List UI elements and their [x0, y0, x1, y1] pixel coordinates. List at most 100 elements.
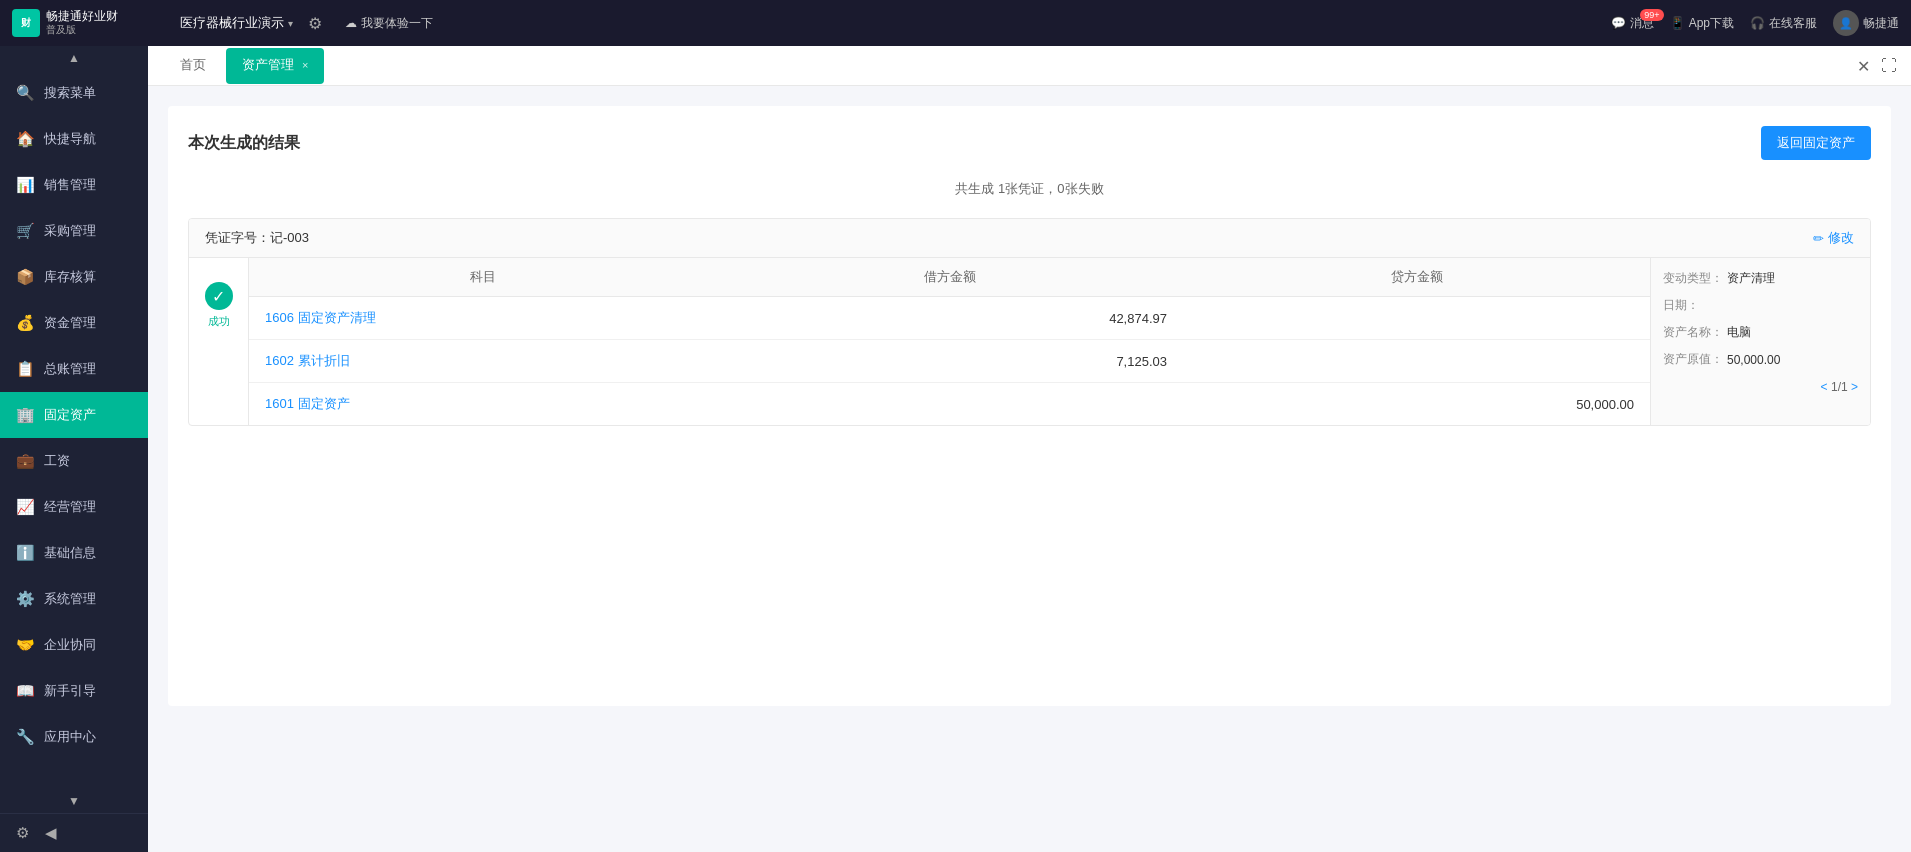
logo-name: 畅捷通好业财	[46, 9, 118, 23]
sidebar-scroll-up[interactable]: ▲	[0, 46, 148, 70]
side-info-asset-value: 资产原值： 50,000.00	[1663, 351, 1858, 368]
ledger-icon: 📋	[16, 360, 34, 378]
sidebar-item-beginner-guide[interactable]: 📖 新手引导	[0, 668, 148, 714]
header-debit: 借方金额	[716, 258, 1183, 296]
logo-text-block: 畅捷通好业财 普及版	[46, 9, 118, 37]
page-indicator: 1/1	[1831, 380, 1851, 394]
asset-value-value: 50,000.00	[1727, 353, 1780, 367]
business-icon: 📈	[16, 498, 34, 516]
table-row: 1606 固定资产清理 42,874.97	[249, 297, 1650, 340]
asset-name-value: 电脑	[1727, 324, 1751, 341]
tab-bar: 首页 资产管理 ×	[148, 46, 1911, 86]
result-header: 本次生成的结果 返回固定资产	[188, 126, 1871, 160]
sidebar-collapse-icon[interactable]: ◀	[45, 824, 57, 842]
user-menu[interactable]: 👤 畅捷通	[1833, 10, 1899, 36]
cell-debit-3	[716, 392, 1183, 416]
home-icon: 🏠	[16, 130, 34, 148]
sidebar-scroll-down[interactable]: ▼	[0, 789, 148, 813]
sidebar-item-sales-mgmt[interactable]: 📊 销售管理	[0, 162, 148, 208]
table-row: 1602 累计折旧 7,125.03	[249, 340, 1650, 383]
settings-icon[interactable]: ⚙	[301, 9, 329, 37]
company-selector[interactable]: 医疗器械行业演示 ▾	[180, 14, 293, 32]
search-icon: 🔍	[16, 84, 34, 102]
window-controls: ✕ ⛶	[1841, 46, 1911, 86]
table-main: 科目 借方金额 贷方金额 1606 固定资产清理 42,874.97 1602 …	[249, 258, 1650, 425]
tab-home[interactable]: 首页	[164, 48, 222, 84]
cell-subject-3: 1601 固定资产	[249, 383, 716, 425]
message-icon: 💬	[1611, 16, 1626, 30]
sidebar-item-quick-nav[interactable]: 🏠 快捷导航	[0, 116, 148, 162]
sidebar-item-enterprise-collab[interactable]: 🤝 企业协同	[0, 622, 148, 668]
sidebar-item-salary[interactable]: 💼 工资	[0, 438, 148, 484]
cell-credit-1	[1183, 306, 1650, 330]
edit-button[interactable]: ✏ 修改	[1813, 229, 1854, 247]
sidebar-item-app-center[interactable]: 🔧 应用中心	[0, 714, 148, 760]
sidebar-settings-icon[interactable]: ⚙	[16, 824, 29, 842]
chevron-down-icon: ▾	[288, 18, 293, 29]
return-button[interactable]: 返回固定资产	[1761, 126, 1871, 160]
message-badge: 99+	[1640, 9, 1663, 21]
top-center: 医疗器械行业演示 ▾ ⚙ ☁ 我要体验一下	[160, 9, 1611, 37]
next-page[interactable]: >	[1851, 380, 1858, 394]
salary-icon: 💼	[16, 452, 34, 470]
cell-debit-2: 7,125.03	[716, 342, 1183, 381]
prev-page[interactable]: <	[1821, 380, 1828, 394]
phone-icon: 📱	[1670, 16, 1685, 30]
avatar: 👤	[1833, 10, 1859, 36]
fixed-assets-icon: 🏢	[16, 406, 34, 424]
sidebar-label: 企业协同	[44, 636, 96, 654]
sidebar-label: 系统管理	[44, 590, 96, 608]
asset-value-label: 资产原值：	[1663, 351, 1723, 368]
success-icon: ✓	[205, 282, 233, 310]
side-info-asset-name: 资产名称： 电脑	[1663, 324, 1858, 341]
tab-close-icon[interactable]: ×	[302, 59, 308, 71]
cloud-icon: ☁	[345, 16, 357, 30]
sidebar-item-fund-mgmt[interactable]: 💰 资金管理	[0, 300, 148, 346]
sidebar-label: 应用中心	[44, 728, 96, 746]
sidebar-item-fixed-assets[interactable]: 🏢 固定资产	[0, 392, 148, 438]
sidebar-item-general-ledger[interactable]: 📋 总账管理	[0, 346, 148, 392]
sidebar-scroll-area: 🔍 搜索菜单 🏠 快捷导航 📊 销售管理 🛒 采购管理 📦 库存核算 💰	[0, 70, 148, 789]
experience-button[interactable]: ☁ 我要体验一下	[337, 11, 441, 36]
sidebar-label: 搜索菜单	[44, 84, 96, 102]
voucher-table: ✓ 成功 科目 借方金额 贷方金额 1	[189, 258, 1870, 425]
sidebar-label: 固定资产	[44, 406, 96, 424]
expand-panel-button[interactable]: ⛶	[1877, 54, 1901, 78]
cell-credit-2	[1183, 349, 1650, 373]
logo-area: 财 畅捷通好业财 普及版	[12, 9, 160, 37]
voucher-number: 凭证字号：记-003	[205, 229, 309, 247]
sidebar: ▲ 🔍 搜索菜单 🏠 快捷导航 📊 销售管理 🛒 采购管理 📦 库存核算	[0, 46, 148, 852]
header-credit: 贷方金额	[1183, 258, 1650, 296]
top-header: 财 畅捷通好业财 普及版 医疗器械行业演示 ▾ ⚙ ☁ 我要体验一下 💬 消息 …	[0, 0, 1911, 46]
main-layout: ▲ 🔍 搜索菜单 🏠 快捷导航 📊 销售管理 🛒 采购管理 📦 库存核算	[0, 46, 1911, 852]
voucher-section: 凭证字号：记-003 ✏ 修改 ✓ 成功	[188, 218, 1871, 426]
sidebar-item-inventory[interactable]: 📦 库存核算	[0, 254, 148, 300]
page-title: 本次生成的结果	[188, 133, 300, 154]
sidebar-label: 库存核算	[44, 268, 96, 286]
pagination: < 1/1 >	[1663, 380, 1858, 394]
sidebar-label: 资金管理	[44, 314, 96, 332]
sidebar-item-business-mgmt[interactable]: 📈 经营管理	[0, 484, 148, 530]
app-download-button[interactable]: 📱 App下载	[1670, 15, 1734, 32]
status-label: 成功	[208, 314, 230, 329]
fund-icon: 💰	[16, 314, 34, 332]
sidebar-item-basic-info[interactable]: ℹ️ 基础信息	[0, 530, 148, 576]
side-info-date: 日期：	[1663, 297, 1858, 314]
table-row: 1601 固定资产 50,000.00	[249, 383, 1650, 425]
collab-icon: 🤝	[16, 636, 34, 654]
message-button[interactable]: 💬 消息 99+	[1611, 15, 1654, 32]
voucher-header: 凭证字号：记-003 ✏ 修改	[189, 219, 1870, 258]
online-service-button[interactable]: 🎧 在线客服	[1750, 15, 1817, 32]
sidebar-label: 工资	[44, 452, 70, 470]
sidebar-item-purchase-mgmt[interactable]: 🛒 采购管理	[0, 208, 148, 254]
cell-credit-3: 50,000.00	[1183, 385, 1650, 424]
cell-debit-1: 42,874.97	[716, 299, 1183, 338]
sidebar-item-sys-mgmt[interactable]: ⚙️ 系统管理	[0, 576, 148, 622]
close-panel-button[interactable]: ✕	[1851, 54, 1875, 78]
status-block: ✓ 成功	[205, 282, 233, 329]
logo-icon: 财	[12, 9, 40, 37]
sidebar-item-search-menu[interactable]: 🔍 搜索菜单	[0, 70, 148, 116]
tab-asset-management[interactable]: 资产管理 ×	[226, 48, 324, 84]
side-info-panel: 变动类型： 资产清理 日期： 资产名称： 电脑	[1650, 258, 1870, 425]
cell-subject-2: 1602 累计折旧	[249, 340, 716, 382]
